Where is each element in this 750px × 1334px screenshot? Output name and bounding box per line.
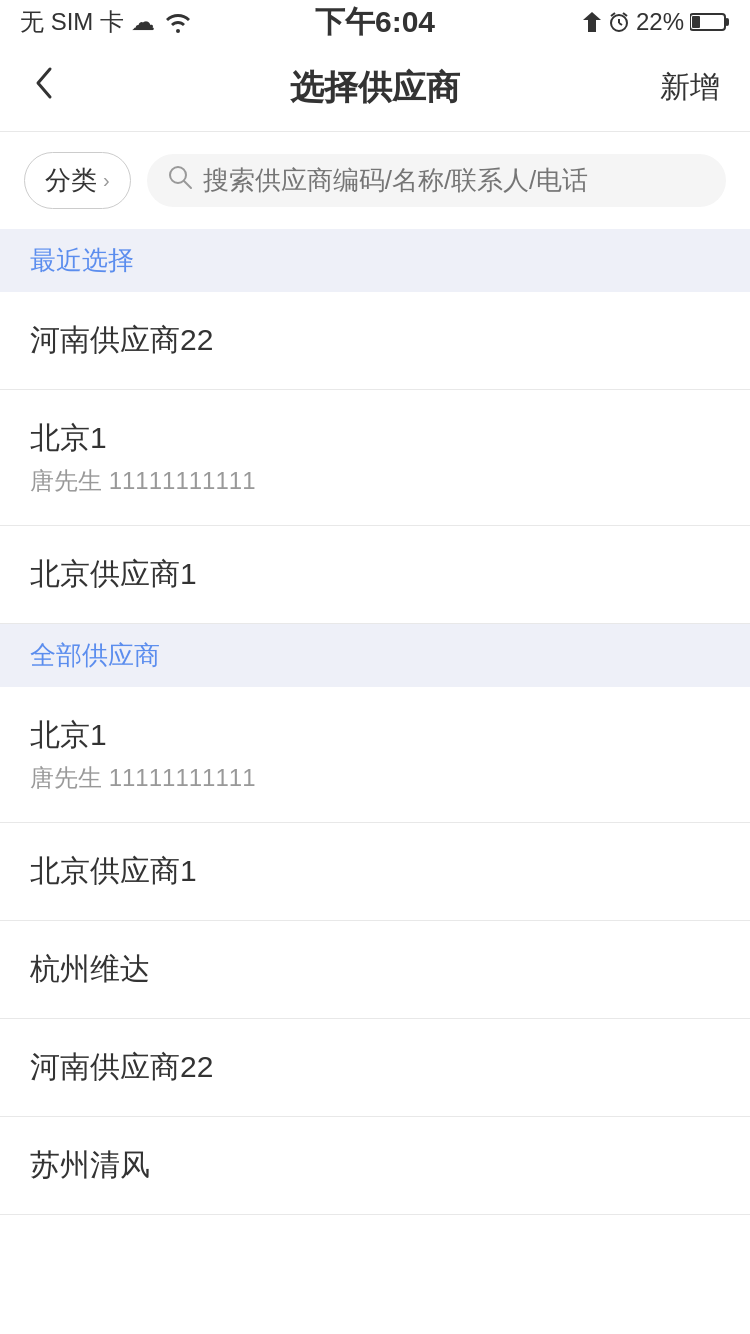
all-items-list: 北京1 唐先生 11111111111 北京供应商1 杭州维达河南供应商22 苏州清风 [0,687,750,1215]
item-name: 苏州清风 [30,1145,720,1186]
all-section-header: 全部供应商 [0,624,750,687]
list-item[interactable]: 北京供应商1 [0,823,750,921]
new-action-button[interactable]: 新增 [660,67,720,108]
item-name: 北京供应商1 [30,851,720,892]
search-area: 分类 › [0,132,750,229]
list-item[interactable]: 北京1 唐先生 11111111111 [0,687,750,823]
item-contact: 唐先生 11111111111 [30,465,720,497]
svg-rect-4 [725,18,729,26]
battery-text: 22% [636,8,684,36]
page-title: 选择供应商 [290,65,460,111]
list-item[interactable]: 河南供应商22 [0,292,750,390]
status-left: 无 SIM 卡 ☁ [20,6,193,38]
item-name: 河南供应商22 [30,1047,720,1088]
wifi-icon [163,11,193,33]
chevron-right-icon: › [103,169,110,192]
item-name: 杭州维达 [30,949,720,990]
nav-bar: 选择供应商 新增 [0,44,750,132]
status-bar: 无 SIM 卡 ☁ 下午6:04 22% [0,0,750,44]
category-button[interactable]: 分类 › [24,152,131,209]
list-item[interactable]: 北京供应商1 [0,526,750,624]
alarm-icon [608,11,630,33]
svg-line-7 [184,181,191,188]
list-item[interactable]: 苏州清风 [0,1117,750,1215]
svg-rect-5 [692,16,700,28]
search-box [147,154,726,207]
no-sim-text: 无 SIM 卡 ☁ [20,6,155,38]
category-label: 分类 [45,163,97,198]
status-right: 22% [582,8,730,36]
list-item[interactable]: 北京1 唐先生 11111111111 [0,390,750,526]
search-icon [167,164,193,197]
search-input[interactable] [203,165,706,196]
all-section-label: 全部供应商 [30,640,160,670]
item-contact: 唐先生 11111111111 [30,762,720,794]
item-name: 河南供应商22 [30,320,720,361]
battery-icon [690,12,730,32]
item-name: 北京供应商1 [30,554,720,595]
location-icon [582,11,602,33]
recent-section-label: 最近选择 [30,245,134,275]
svg-line-2 [619,23,622,25]
item-name: 北京1 [30,715,720,756]
item-name: 北京1 [30,418,720,459]
list-item[interactable]: 河南供应商22 [0,1019,750,1117]
back-button[interactable] [30,61,90,114]
list-item[interactable]: 杭州维达 [0,921,750,1019]
status-time: 下午6:04 [315,2,435,43]
recent-items-list: 河南供应商22 北京1 唐先生 11111111111 北京供应商1 [0,292,750,624]
recent-section-header: 最近选择 [0,229,750,292]
